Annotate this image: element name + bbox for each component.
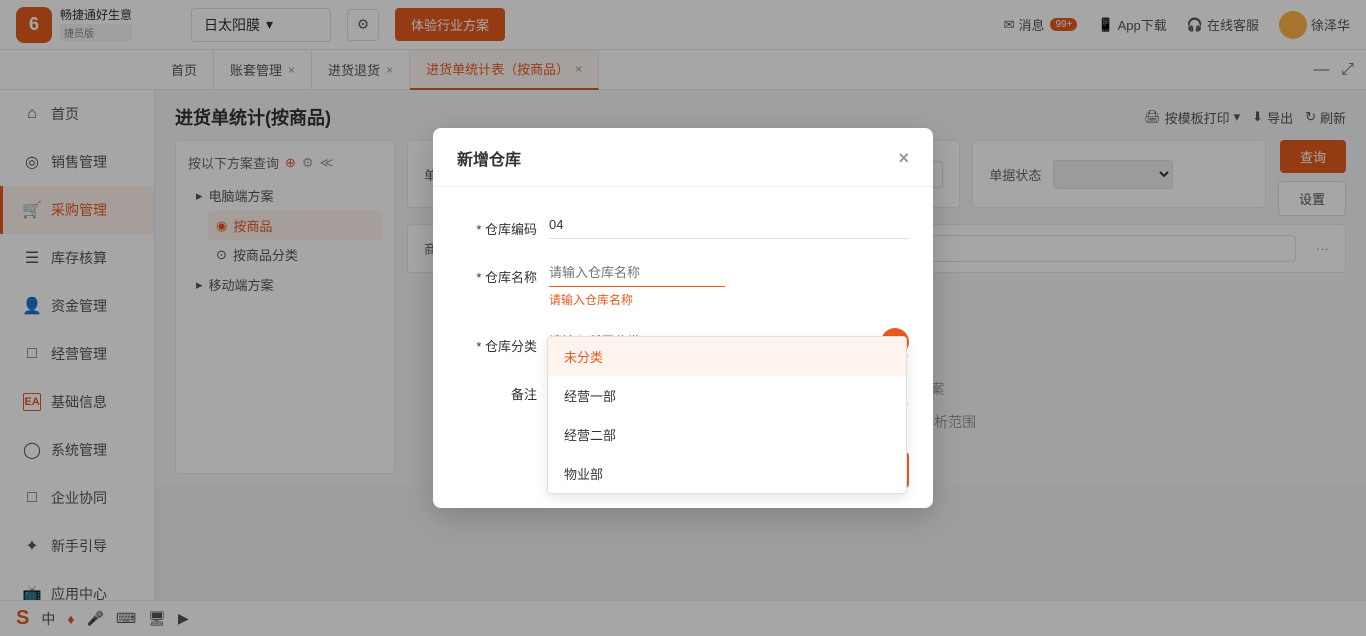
code-input[interactable] [549, 211, 909, 239]
modal-header: 新增仓库 × [433, 128, 933, 187]
form-row-category: * 仓库分类 ▲ 未分类 经营一部 经营二部 物业部 [457, 328, 909, 356]
category-label: * 仓库分类 [457, 328, 537, 355]
modal-body: * 仓库编码 * 仓库名称 请输入仓库名称 * 仓库分类 ▲ [433, 187, 933, 440]
category-option-uncategorized[interactable]: 未分类 [548, 337, 906, 376]
form-row-code: * 仓库编码 [457, 211, 909, 239]
name-input[interactable] [549, 259, 725, 287]
code-label: * 仓库编码 [457, 211, 537, 238]
category-option-1[interactable]: 经营一部 [548, 376, 906, 415]
modal-title: 新增仓库 [457, 146, 521, 170]
modal-close-button[interactable]: × [898, 149, 909, 167]
category-option-2[interactable]: 经营二部 [548, 415, 906, 454]
note-label: 备注 [457, 376, 537, 403]
modal-overlay[interactable]: 新增仓库 × * 仓库编码 * 仓库名称 请输入仓库名称 * 仓库分类 [0, 0, 1366, 636]
new-warehouse-modal: 新增仓库 × * 仓库编码 * 仓库名称 请输入仓库名称 * 仓库分类 [433, 128, 933, 508]
category-dropdown-list: 未分类 经营一部 经营二部 物业部 [547, 336, 907, 494]
name-error-text: 请输入仓库名称 [549, 291, 909, 308]
form-row-name: * 仓库名称 请输入仓库名称 [457, 259, 909, 308]
name-label: * 仓库名称 [457, 259, 537, 286]
category-option-3[interactable]: 物业部 [548, 454, 906, 493]
